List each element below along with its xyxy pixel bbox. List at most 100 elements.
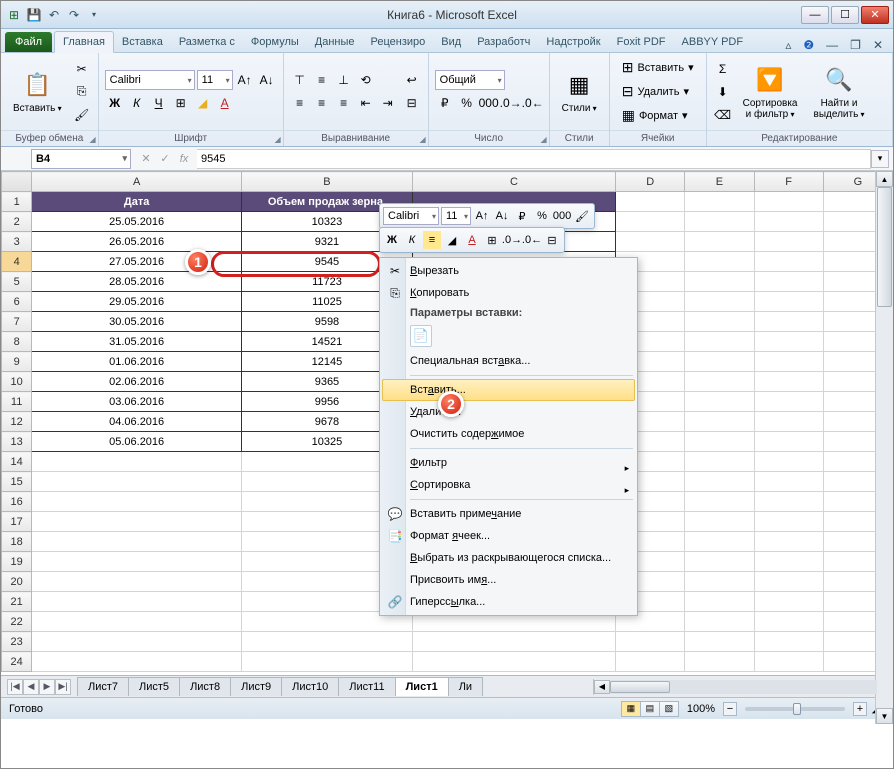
cell[interactable] [754,512,823,532]
cell[interactable] [754,432,823,452]
qat-customize-icon[interactable]: ▾ [85,6,103,24]
cell[interactable] [616,192,685,212]
italic-icon[interactable]: К [127,93,147,113]
mini-merge-icon[interactable]: ⊟ [543,231,561,249]
mini-fontcolor-icon[interactable]: A [463,231,481,249]
cell[interactable] [754,652,823,672]
zoom-level[interactable]: 100% [687,703,715,715]
cell[interactable] [685,392,754,412]
cut-icon[interactable]: ✂ [72,59,92,79]
autosum-icon[interactable]: Σ [713,59,733,79]
mini-percent-icon[interactable]: % [533,207,551,225]
increase-decimal-icon[interactable]: .0→ [501,93,521,113]
zoom-in-icon[interactable]: + [853,702,867,716]
mini-align-icon[interactable]: ≡ [423,231,441,249]
row-header[interactable]: 10 [2,372,32,392]
tab-view[interactable]: Вид [433,32,469,52]
cell[interactable] [685,232,754,252]
worksheet-grid[interactable]: A B C D E F G 1ДатаОбъем продаж зерна,22… [1,171,893,675]
format-painter-icon[interactable]: 🖌 [72,105,92,125]
cell[interactable] [616,232,685,252]
close-button[interactable]: ✕ [861,6,889,24]
cell[interactable] [754,452,823,472]
shrink-font-icon[interactable]: A↓ [257,70,277,90]
sheet-nav-last-icon[interactable]: ▶| [55,679,71,695]
number-format-combo[interactable]: Общий [435,70,505,90]
view-pagebreak-icon[interactable]: ▧ [659,701,679,717]
font-name-combo[interactable]: Calibri [105,70,195,90]
cell[interactable]: 26.05.2016 [32,232,242,252]
find-select-button[interactable]: 🔍 Найти и выделить [808,62,871,122]
align-launcher-icon[interactable]: ◢ [419,135,425,144]
col-header-d[interactable]: D [616,172,685,192]
cell[interactable] [32,492,242,512]
mini-border-icon[interactable]: ⊞ [483,231,501,249]
sheet-tab[interactable]: Лист10 [281,677,339,696]
cell[interactable] [754,492,823,512]
cell[interactable] [32,552,242,572]
row-header[interactable]: 24 [2,652,32,672]
cell[interactable] [685,632,754,652]
cell[interactable] [754,272,823,292]
cell[interactable] [754,532,823,552]
ctx-hyperlink[interactable]: 🔗Гиперссылка... [382,591,635,613]
excel-icon[interactable]: ⊞ [5,6,23,24]
cell[interactable]: 05.06.2016 [32,432,242,452]
row-header[interactable]: 9 [2,352,32,372]
cell[interactable]: 03.06.2016 [32,392,242,412]
paste-button[interactable]: 📋 Вставить [7,67,68,116]
expand-formula-icon[interactable]: ▾ [871,150,889,168]
cell[interactable] [685,452,754,472]
mini-grow-font-icon[interactable]: A↑ [473,207,491,225]
cell[interactable]: 01.06.2016 [32,352,242,372]
cell[interactable] [754,412,823,432]
row-header[interactable]: 1 [2,192,32,212]
cell[interactable] [616,632,685,652]
cell[interactable] [685,212,754,232]
cell[interactable] [32,632,242,652]
ctx-cut[interactable]: ✂Вырезать [382,260,635,282]
row-header[interactable]: 18 [2,532,32,552]
formula-input[interactable]: 9545 [197,149,871,169]
increase-indent-icon[interactable]: ⇥ [378,93,398,113]
workbook-minimize-icon[interactable]: — [820,38,844,52]
align-right-icon[interactable]: ≡ [334,93,354,113]
tab-insert[interactable]: Вставка [114,32,171,52]
cell[interactable] [685,372,754,392]
cell[interactable] [242,632,413,652]
ctx-insert[interactable]: Вставить... [382,379,635,401]
cell[interactable] [685,312,754,332]
select-all-corner[interactable] [2,172,32,192]
sheet-tab[interactable]: Лист9 [230,677,282,696]
cell[interactable] [754,312,823,332]
workbook-close-icon[interactable]: ✕ [867,38,889,52]
cell[interactable] [754,332,823,352]
cell[interactable] [754,552,823,572]
col-header-e[interactable]: E [685,172,754,192]
zoom-slider[interactable] [745,707,845,711]
sheet-tab[interactable]: Лист7 [77,677,129,696]
cell[interactable] [685,652,754,672]
view-pagelayout-icon[interactable]: ▤ [640,701,660,717]
tab-developer[interactable]: Разработч [469,32,538,52]
format-cells-button[interactable]: ▦Формат ▾ [616,105,700,126]
wrap-text-icon[interactable]: ↩ [402,70,422,90]
ctx-clear[interactable]: Очистить содержимое [382,423,635,445]
scroll-down-icon[interactable]: ▼ [876,708,893,724]
number-launcher-icon[interactable]: ◢ [540,135,546,144]
sheet-nav-first-icon[interactable]: |◀ [7,679,23,695]
fx-icon[interactable]: fx [175,150,193,168]
cell[interactable] [32,572,242,592]
col-header-c[interactable]: C [412,172,615,192]
row-header[interactable]: 20 [2,572,32,592]
cell[interactable] [32,652,242,672]
mini-bold-icon[interactable]: Ж [383,231,401,249]
mini-font-combo[interactable]: Calibri [383,207,439,225]
row-header[interactable]: 16 [2,492,32,512]
tab-addins[interactable]: Надстройк [538,32,608,52]
cell[interactable] [685,252,754,272]
mini-inc-decimal-icon[interactable]: .0→ [503,231,521,249]
tab-abbyy[interactable]: ABBYY PDF [674,32,752,52]
hscroll-thumb[interactable] [610,681,670,693]
cell[interactable]: 04.06.2016 [32,412,242,432]
